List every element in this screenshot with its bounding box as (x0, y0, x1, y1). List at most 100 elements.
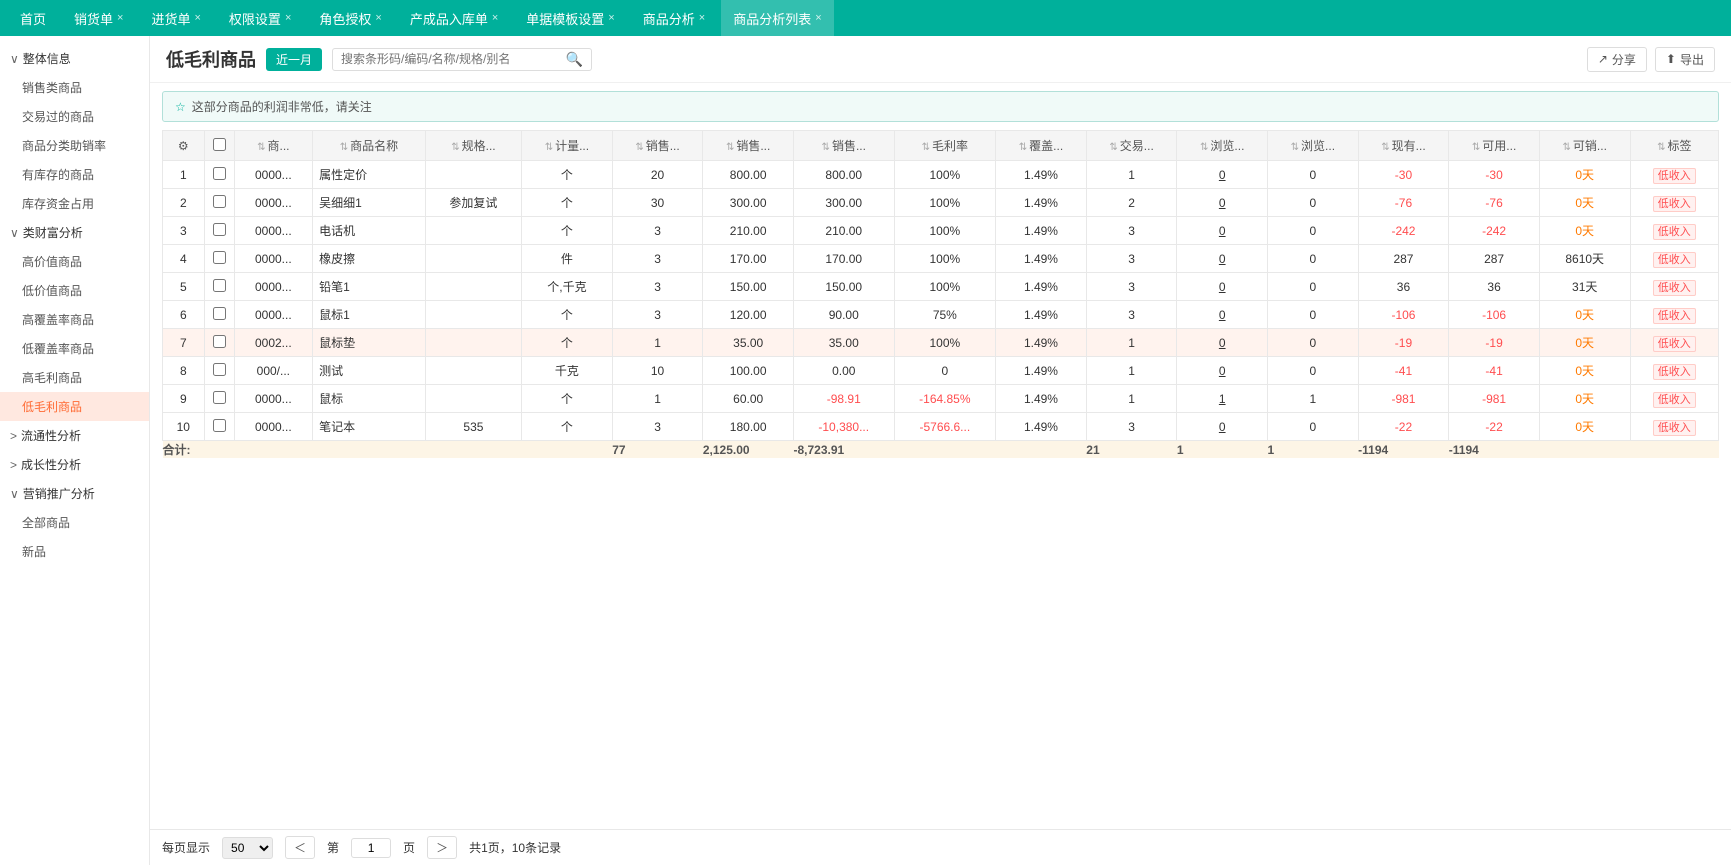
sidebar-item-高覆盖率商品[interactable]: 高覆盖率商品 (0, 305, 149, 334)
table-cell[interactable] (204, 217, 234, 245)
row-checkbox[interactable] (213, 167, 226, 180)
table-cell[interactable] (204, 189, 234, 217)
nav-item-权限设置[interactable]: 权限设置× (217, 0, 303, 36)
view-link[interactable]: 0 (1219, 280, 1226, 294)
nav-close-icon[interactable]: × (285, 12, 291, 24)
sidebar-item-低价值商品[interactable]: 低价值商品 (0, 276, 149, 305)
sidebar-group-整体信息[interactable]: ∨整体信息 (0, 44, 149, 73)
th-stock[interactable]: ⇅现有... (1358, 131, 1449, 161)
sidebar-item-有库存的商品[interactable]: 有库存的商品 (0, 160, 149, 189)
table-cell[interactable]: 1 (1177, 385, 1268, 413)
table-area[interactable]: ⚙ ⇅商... ⇅商品名称 ⇅规格... ⇅计量... ⇅销售... ⇅销售..… (150, 130, 1731, 829)
table-cell[interactable] (204, 385, 234, 413)
table-cell[interactable]: 0 (1177, 245, 1268, 273)
table-cell[interactable]: 0 (1177, 161, 1268, 189)
th-code[interactable]: ⇅商... (234, 131, 312, 161)
sidebar-group-营销推广分析[interactable]: ∨营销推广分析 (0, 479, 149, 508)
nav-close-icon[interactable]: × (815, 12, 821, 24)
next-page-button[interactable]: ＞ (427, 836, 457, 859)
sidebar-group-类财富分析[interactable]: ∨类财富分析 (0, 218, 149, 247)
table-cell[interactable]: 0 (1177, 273, 1268, 301)
sidebar-group-流通性分析[interactable]: >流通性分析 (0, 421, 149, 450)
th-sale-profit[interactable]: ⇅销售... (793, 131, 894, 161)
nav-close-icon[interactable]: × (375, 12, 381, 24)
th-spec[interactable]: ⇅规格... (425, 131, 521, 161)
th-name[interactable]: ⇅商品名称 (313, 131, 426, 161)
table-cell[interactable] (204, 273, 234, 301)
th-sale-qty[interactable]: ⇅销售... (612, 131, 703, 161)
th-view2[interactable]: ⇅浏览... (1268, 131, 1359, 161)
page-number-input[interactable] (351, 838, 391, 858)
sidebar-item-低毛利商品[interactable]: 低毛利商品 (0, 392, 149, 421)
view-link[interactable]: 0 (1219, 420, 1226, 434)
th-tag[interactable]: ⇅标签 (1630, 131, 1718, 161)
row-checkbox[interactable] (213, 195, 226, 208)
sidebar-item-库存资金占用[interactable]: 库存资金占用 (0, 189, 149, 218)
share-button[interactable]: ↗ 分享 (1587, 47, 1647, 72)
export-button[interactable]: ⬆ 导出 (1655, 47, 1715, 72)
view-link[interactable]: 0 (1219, 168, 1226, 182)
nav-item-销货单[interactable]: 销货单× (62, 0, 135, 36)
select-all-checkbox[interactable] (213, 138, 226, 151)
table-cell[interactable]: 0 (1177, 301, 1268, 329)
sidebar-item-商品分类助销率[interactable]: 商品分类助销率 (0, 131, 149, 160)
table-cell[interactable] (204, 301, 234, 329)
th-saleable[interactable]: ⇅可销... (1539, 131, 1630, 161)
th-available[interactable]: ⇅可用... (1449, 131, 1540, 161)
nav-item-商品分析[interactable]: 商品分析× (631, 0, 717, 36)
sidebar-group-成长性分析[interactable]: >成长性分析 (0, 450, 149, 479)
search-icon[interactable]: 🔍 (566, 51, 583, 68)
view-link[interactable]: 0 (1219, 252, 1226, 266)
th-settings[interactable]: ⚙ (163, 131, 205, 161)
view-link[interactable]: 1 (1219, 392, 1226, 406)
table-cell[interactable]: 0 (1177, 413, 1268, 441)
date-filter-button[interactable]: 近一月 (266, 48, 322, 71)
sidebar-item-交易过的商品[interactable]: 交易过的商品 (0, 102, 149, 131)
row-checkbox[interactable] (213, 391, 226, 404)
nav-close-icon[interactable]: × (194, 12, 200, 24)
table-cell[interactable]: 0 (1177, 189, 1268, 217)
sidebar-item-高毛利商品[interactable]: 高毛利商品 (0, 363, 149, 392)
row-checkbox[interactable] (213, 307, 226, 320)
th-margin[interactable]: ⇅毛利率 (894, 131, 996, 161)
th-coverage[interactable]: ⇅覆盖... (996, 131, 1087, 161)
per-page-select[interactable]: 50 100 200 (222, 837, 273, 859)
th-trade[interactable]: ⇅交易... (1086, 131, 1177, 161)
sidebar-item-高价值商品[interactable]: 高价值商品 (0, 247, 149, 276)
sidebar-item-新品[interactable]: 新品 (0, 537, 149, 566)
row-checkbox[interactable] (213, 279, 226, 292)
view-link[interactable]: 0 (1219, 364, 1226, 378)
nav-close-icon[interactable]: × (492, 12, 498, 24)
th-unit[interactable]: ⇅计量... (522, 131, 613, 161)
row-checkbox[interactable] (213, 251, 226, 264)
th-checkbox[interactable] (204, 131, 234, 161)
table-cell[interactable]: 0 (1177, 357, 1268, 385)
nav-item-商品分析列表[interactable]: 商品分析列表× (721, 0, 833, 36)
table-cell[interactable] (204, 161, 234, 189)
nav-item-进货单[interactable]: 进货单× (139, 0, 212, 36)
prev-page-button[interactable]: ＜ (285, 836, 315, 859)
sidebar-item-销售类商品[interactable]: 销售类商品 (0, 73, 149, 102)
nav-item-单据模板设置[interactable]: 单据模板设置× (514, 0, 626, 36)
sidebar-item-全部商品[interactable]: 全部商品 (0, 508, 149, 537)
nav-item-首页[interactable]: 首页 (8, 0, 58, 36)
view-link[interactable]: 0 (1219, 308, 1226, 322)
table-cell[interactable] (204, 245, 234, 273)
row-checkbox[interactable] (213, 223, 226, 236)
nav-close-icon[interactable]: × (699, 12, 705, 24)
search-input[interactable] (341, 52, 566, 66)
th-view1[interactable]: ⇅浏览... (1177, 131, 1268, 161)
table-cell[interactable] (204, 413, 234, 441)
view-link[interactable]: 0 (1219, 336, 1226, 350)
nav-item-产成品入库单[interactable]: 产成品入库单× (398, 0, 510, 36)
view-link[interactable]: 0 (1219, 196, 1226, 210)
row-checkbox[interactable] (213, 419, 226, 432)
row-checkbox[interactable] (213, 363, 226, 376)
sidebar-item-低覆盖率商品[interactable]: 低覆盖率商品 (0, 334, 149, 363)
row-checkbox[interactable] (213, 335, 226, 348)
table-cell[interactable] (204, 329, 234, 357)
view-link[interactable]: 0 (1219, 224, 1226, 238)
table-cell[interactable]: 0 (1177, 217, 1268, 245)
table-cell[interactable] (204, 357, 234, 385)
nav-close-icon[interactable]: × (608, 12, 614, 24)
